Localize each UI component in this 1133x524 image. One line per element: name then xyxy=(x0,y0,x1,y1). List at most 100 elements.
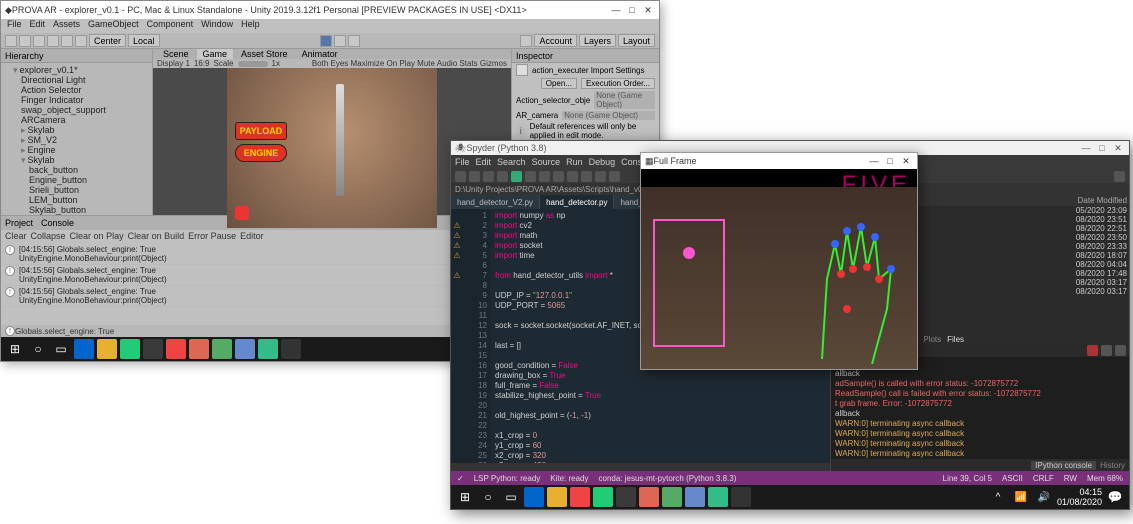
editor-tab-active[interactable]: hand_detector.py xyxy=(540,195,614,209)
app-icon[interactable] xyxy=(281,339,301,359)
rect-tool-icon[interactable] xyxy=(61,35,73,47)
console-errorpause[interactable]: Error Pause xyxy=(188,231,236,241)
status-eol[interactable]: CRLF xyxy=(1033,474,1054,483)
ar-engine-button[interactable]: ENGINE xyxy=(235,144,287,162)
hierarchy-item[interactable]: Directional Light xyxy=(3,75,150,85)
stop-kernel-icon[interactable] xyxy=(1087,345,1098,356)
horizontal-scrollbar[interactable] xyxy=(451,463,830,471)
step-button[interactable] xyxy=(348,35,360,47)
firefox-icon[interactable] xyxy=(639,487,659,507)
step-out-icon[interactable] xyxy=(595,171,606,182)
aspect-dropdown[interactable]: 16:9 xyxy=(194,59,210,68)
hierarchy-item[interactable]: SM_V2 xyxy=(28,135,58,145)
notifications-icon[interactable]: 💬 xyxy=(1105,487,1125,507)
spotify-icon[interactable] xyxy=(120,339,140,359)
save-icon[interactable] xyxy=(483,171,494,182)
close-button[interactable]: ✕ xyxy=(1111,141,1125,155)
scene-root[interactable]: explorer_v0.1* xyxy=(20,65,78,75)
tab-ipython[interactable]: IPython console xyxy=(1031,461,1096,470)
maximize-button[interactable]: □ xyxy=(625,3,639,17)
new-file-icon[interactable] xyxy=(455,171,466,182)
play-button[interactable] xyxy=(320,35,332,47)
tab-plots[interactable]: Plots xyxy=(923,335,941,344)
save-all-icon[interactable] xyxy=(497,171,508,182)
menu-run[interactable]: Run xyxy=(566,157,583,167)
close-button[interactable]: ✕ xyxy=(641,3,655,17)
minimize-button[interactable]: — xyxy=(867,154,881,168)
maximize-button[interactable]: □ xyxy=(1095,141,1109,155)
cloud-icon[interactable] xyxy=(520,35,532,47)
run-icon[interactable] xyxy=(511,171,522,182)
hierarchy-item[interactable]: back_button xyxy=(3,165,150,175)
edge-icon[interactable] xyxy=(524,487,544,507)
start-button[interactable]: ⊞ xyxy=(5,339,25,359)
minimize-button[interactable]: — xyxy=(609,3,623,17)
exec-order-button[interactable]: Execution Order... xyxy=(581,78,655,89)
layout-dropdown[interactable]: Layout xyxy=(618,34,655,47)
move-tool-icon[interactable] xyxy=(19,35,31,47)
unity-titlebar[interactable]: ◆ PROVA AR - explorer_v0.1 - PC, Mac & L… xyxy=(1,1,659,19)
tab-files[interactable]: Files xyxy=(947,335,964,344)
rotate-tool-icon[interactable] xyxy=(33,35,45,47)
transform-tool-icon[interactable] xyxy=(75,35,87,47)
pep8-icon[interactable]: ✓ xyxy=(457,474,464,483)
wifi-icon[interactable]: 📶 xyxy=(1011,487,1031,507)
tab-game[interactable]: Game xyxy=(197,49,234,59)
object-field[interactable]: None (Game Object) xyxy=(562,111,655,120)
clock[interactable]: 04:1501/08/2020 xyxy=(1057,487,1102,507)
menu-file[interactable]: File xyxy=(455,157,470,167)
scale-tool-icon[interactable] xyxy=(47,35,59,47)
hierarchy-tab[interactable]: Hierarchy xyxy=(1,49,152,63)
tab-scene[interactable]: Scene xyxy=(157,49,195,59)
hierarchy-item[interactable]: Action Selector xyxy=(3,85,150,95)
unity-icon[interactable] xyxy=(143,339,163,359)
status-conda[interactable]: conda: jesus-mt-pytorch (Python 3.8.3) xyxy=(599,474,737,483)
volume-icon[interactable]: 🔊 xyxy=(1034,487,1054,507)
inspector-tab[interactable]: Inspector xyxy=(512,49,659,63)
hand-tool-icon[interactable] xyxy=(5,35,17,47)
spyder-icon[interactable] xyxy=(570,487,590,507)
console-clear[interactable]: Clear xyxy=(5,231,27,241)
vscode-icon[interactable] xyxy=(235,339,255,359)
pivot-local-button[interactable]: Local xyxy=(128,34,160,47)
hierarchy-item[interactable]: Skylab xyxy=(28,155,55,165)
step-in-icon[interactable] xyxy=(581,171,592,182)
tab-console[interactable]: Console xyxy=(41,218,74,228)
layers-dropdown[interactable]: Layers xyxy=(579,34,616,47)
menu-gameobject[interactable]: GameObject xyxy=(88,19,139,33)
hierarchy-tree[interactable]: ▾explorer_v0.1* Directional Light Action… xyxy=(1,63,152,215)
menu-edit[interactable]: Edit xyxy=(30,19,46,33)
console-editor[interactable]: Editor xyxy=(240,231,264,241)
menu-source[interactable]: Source xyxy=(532,157,561,167)
hierarchy-item[interactable]: LEM_button xyxy=(3,195,150,205)
scale-slider[interactable] xyxy=(238,61,268,67)
app-icon[interactable] xyxy=(212,339,232,359)
menu-assets[interactable]: Assets xyxy=(53,19,80,33)
game-view-options[interactable]: Both Eyes Maximize On Play Mute Audio St… xyxy=(312,59,507,68)
opera-icon[interactable] xyxy=(708,487,728,507)
minimize-button[interactable]: — xyxy=(1079,141,1093,155)
hierarchy-item[interactable]: Srieli_button xyxy=(3,185,150,195)
fullframe-titlebar[interactable]: ▦ Full Frame — □ ✕ xyxy=(641,153,917,169)
firefox-icon[interactable] xyxy=(189,339,209,359)
edge-icon[interactable] xyxy=(74,339,94,359)
menu-help[interactable]: Help xyxy=(241,19,260,33)
menu-component[interactable]: Component xyxy=(147,19,194,33)
hierarchy-item[interactable]: Engine_button xyxy=(3,175,150,185)
taskview-icon[interactable]: ▭ xyxy=(51,339,71,359)
menu-search[interactable]: Search xyxy=(497,157,526,167)
tab-animator[interactable]: Animator xyxy=(296,49,344,59)
pause-button[interactable] xyxy=(334,35,346,47)
unity-icon[interactable] xyxy=(616,487,636,507)
cortana-icon[interactable]: ○ xyxy=(28,339,48,359)
hierarchy-item[interactable]: ARCamera xyxy=(3,115,150,125)
console-clearonplay[interactable]: Clear on Play xyxy=(70,231,124,241)
console-clearonbuild[interactable]: Clear on Build xyxy=(128,231,185,241)
opera-icon[interactable] xyxy=(258,339,278,359)
vscode-icon[interactable] xyxy=(685,487,705,507)
hierarchy-item[interactable]: Finger Indicator xyxy=(3,95,150,105)
taskview-icon[interactable]: ▭ xyxy=(501,487,521,507)
hierarchy-item[interactable]: Skylab xyxy=(28,125,55,135)
explorer-icon[interactable] xyxy=(97,339,117,359)
tray-arrow-icon[interactable]: ^ xyxy=(988,487,1008,507)
